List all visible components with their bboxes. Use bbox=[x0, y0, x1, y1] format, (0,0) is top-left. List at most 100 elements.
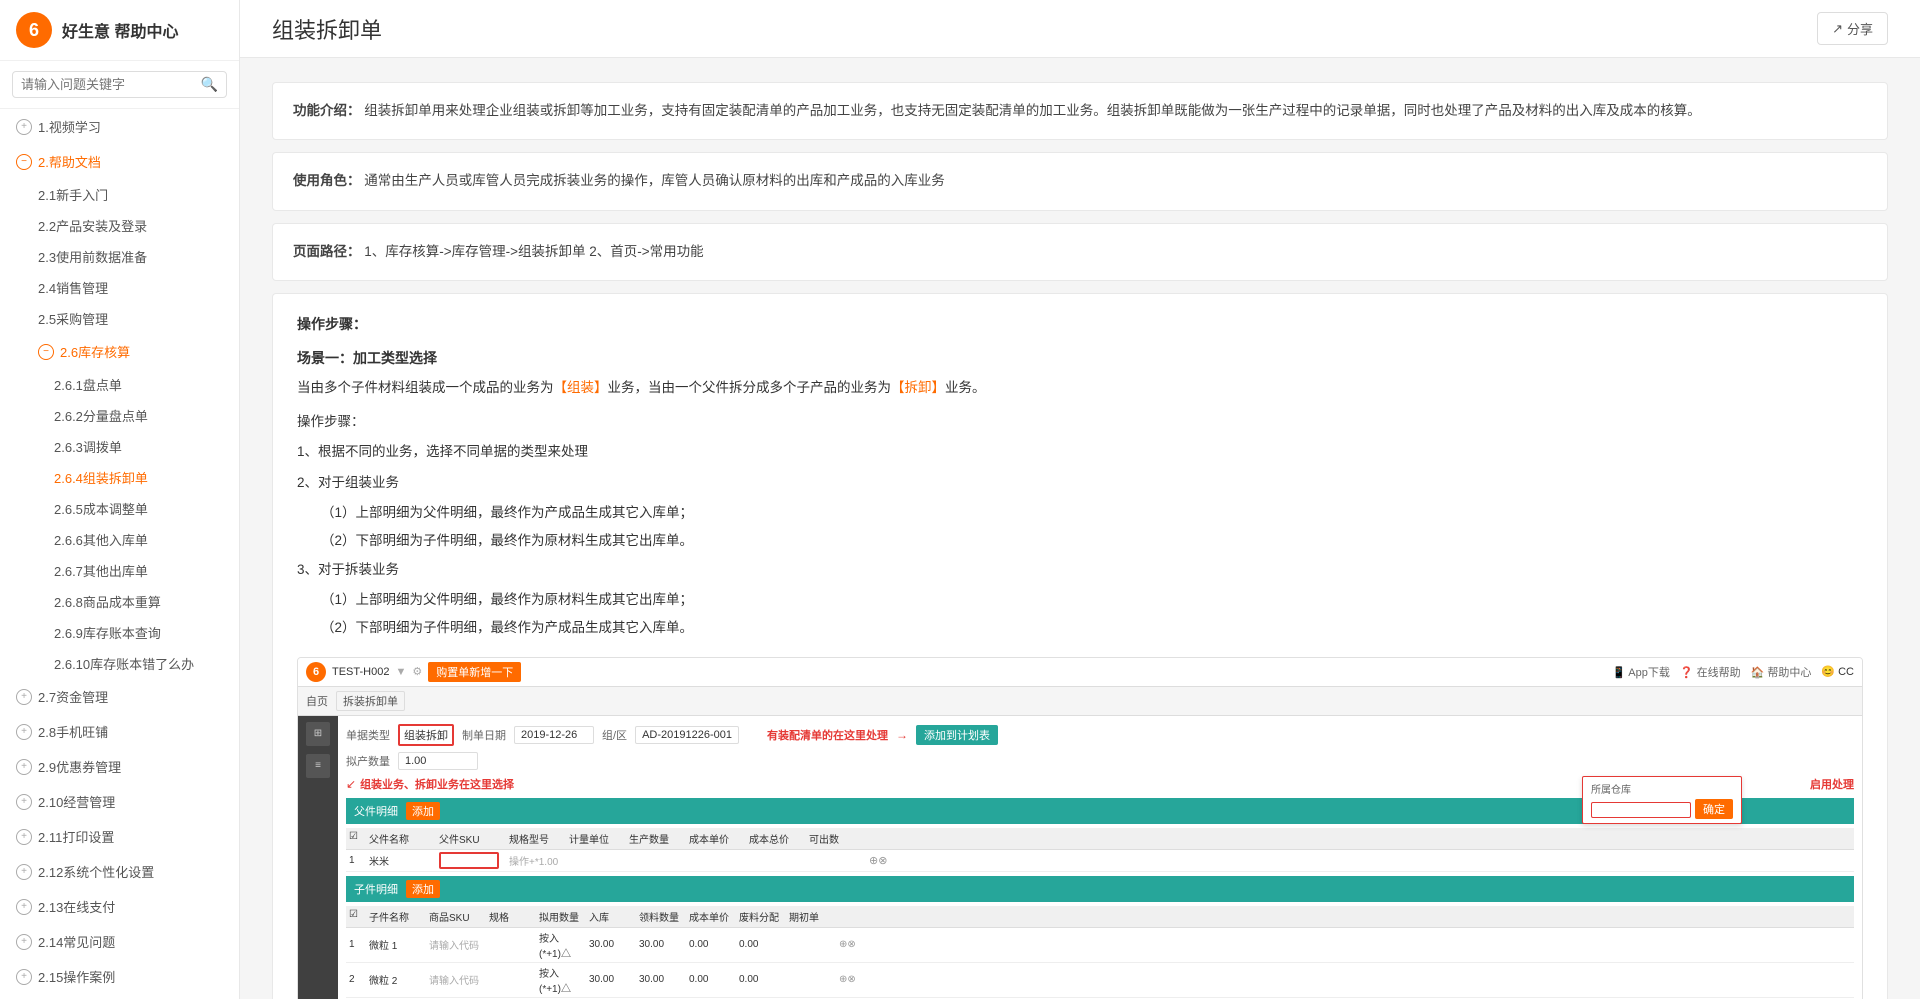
ss-row1-qty-prod: 操作+*1.00 bbox=[506, 851, 566, 870]
sidebar-item-docs-27[interactable]: + 2.7资金管理 bbox=[0, 679, 239, 714]
ss-topbar: 自页 拆装拆卸单 bbox=[298, 687, 1862, 716]
ss-add-btn[interactable]: 添加 bbox=[406, 802, 440, 820]
sidebar-header: 6 好生意 帮助中心 bbox=[0, 0, 239, 61]
collapse-icon-26: − bbox=[38, 344, 54, 360]
sidebar-item-docs-265[interactable]: 2.6.5成本调整单 bbox=[0, 493, 239, 524]
expand-icon: + bbox=[16, 759, 32, 775]
link-assemble[interactable]: 【组装】 bbox=[554, 380, 608, 395]
share-button[interactable]: ↗ 分享 bbox=[1817, 12, 1888, 45]
ss-type-value: 组装拆卸 bbox=[398, 724, 454, 746]
ss-srow1-in: 30.00 bbox=[586, 937, 636, 952]
ss-row1-empty bbox=[566, 858, 626, 862]
ss-date-value: 2019-12-26 bbox=[514, 726, 594, 744]
step2: 2、对于组装业务 bbox=[297, 471, 1863, 495]
ss-app-icon: 📱 App下载 bbox=[1612, 664, 1670, 680]
step3: 3、对于拆装业务 bbox=[297, 558, 1863, 582]
main-content: 组装拆卸单 ↗ 分享 功能介绍： 组装拆卸单用来处理企业组装或拆卸等加工业务，支… bbox=[240, 0, 1920, 999]
ss-table-row-1: 1 米米 操作+*1.00 bbox=[346, 850, 1854, 872]
sidebar-item-video[interactable]: + 1.视频学习 bbox=[0, 109, 239, 144]
ss-th-qty-prod: 生产数量 bbox=[626, 830, 686, 847]
sidebar-item-docs-21[interactable]: 2.1新手入门 bbox=[0, 179, 239, 210]
ss-srow2-name: 微粒 2 bbox=[366, 970, 426, 989]
search-input[interactable] bbox=[21, 77, 201, 92]
ss-main-area: ⊞ ≡ 单据类型 组装拆卸 制单日期 2019-12-26 组/ bbox=[298, 716, 1862, 999]
role-text: 通常由生产人员或库管人员完成拆装业务的操作，库管人员确认原材料的出库和产成品的入… bbox=[364, 173, 945, 188]
ss-nav-assemble: 拆装拆卸单 bbox=[336, 691, 405, 711]
sidebar-item-docs-261[interactable]: 2.6.1盘点单 bbox=[0, 369, 239, 400]
ss-th-name: 父件名称 bbox=[366, 830, 436, 847]
ss-srow1-cost: 0.00 bbox=[686, 937, 736, 952]
ss-content-area: 单据类型 组装拆卸 制单日期 2019-12-26 组/区 AD-2019122… bbox=[338, 716, 1862, 999]
ss-sth-op bbox=[836, 908, 866, 925]
ss-sub-table-header: ☑ 子件名称 商品SKU 规格 拟用数量 入库 领料数量 成本单价 废料分配 bbox=[346, 906, 1854, 928]
sidebar-item-docs-264[interactable]: 2.6.4组装拆卸单 bbox=[0, 462, 239, 493]
ss-sth-costunit: 成本单价 bbox=[686, 908, 736, 925]
search-icon[interactable]: 🔍 bbox=[201, 76, 218, 93]
ss-srow2-scrap: 0.00 bbox=[736, 972, 786, 987]
ss-form-row2: 拟产数量 1.00 bbox=[346, 752, 1854, 770]
sidebar-item-docs-212[interactable]: + 2.12系统个性化设置 bbox=[0, 854, 239, 889]
sidebar-item-docs-22[interactable]: 2.2产品安装及登录 bbox=[0, 210, 239, 241]
search-box: 🔍 bbox=[0, 61, 239, 109]
ss-home-icon: 🏠 帮助中心 bbox=[1751, 664, 1812, 680]
ss-sth-check: ☑ bbox=[346, 908, 366, 925]
sidebar-item-docs-269[interactable]: 2.6.9库存账本查询 bbox=[0, 617, 239, 648]
sidebar-item-docs-268[interactable]: 2.6.8商品成本重算 bbox=[0, 586, 239, 617]
ss-th-spec: 规格型号 bbox=[506, 830, 566, 847]
ss-row1-icons: ⊕⊗ bbox=[866, 852, 896, 869]
ss-annotation-right: 启用处理 bbox=[1810, 776, 1854, 792]
expand-icon: + bbox=[16, 119, 32, 135]
sidebar-item-docs-26[interactable]: − 2.6库存核算 bbox=[0, 334, 239, 369]
ss-srow1-qty: 按入(*+1)△ bbox=[536, 928, 586, 962]
ss-srow1-material: 30.00 bbox=[636, 937, 686, 952]
ss-sth-initial: 期初单 bbox=[786, 908, 836, 925]
ss-arrow-bottom-left: ↙ bbox=[346, 777, 356, 791]
ss-sub-add-btn[interactable]: 添加 bbox=[406, 880, 440, 898]
ss-group-value: AD-20191226-001 bbox=[635, 726, 739, 744]
ss-add-plan-btn[interactable]: 添加到计划表 bbox=[916, 725, 998, 745]
ss-nav-icon-2: ≡ bbox=[306, 754, 330, 778]
path-text: 1、库存核算->库存管理->组装拆卸单 2、首页->常用功能 bbox=[364, 244, 703, 259]
expand-icon: + bbox=[16, 864, 32, 880]
sidebar-item-docs-28[interactable]: + 2.8手机旺铺 bbox=[0, 714, 239, 749]
sidebar-item-docs-24[interactable]: 2.4销售管理 bbox=[0, 272, 239, 303]
ss-sth-sku: 商品SKU bbox=[426, 908, 486, 925]
ss-th-out-qty: 可出数 bbox=[806, 830, 866, 847]
ss-row1-empty5 bbox=[806, 858, 866, 862]
ss-popup-input[interactable] bbox=[1591, 802, 1691, 818]
step1: 1、根据不同的业务，选择不同单据的类型来处理 bbox=[297, 440, 1863, 464]
sidebar-item-docs[interactable]: − 2.帮助文档 bbox=[0, 144, 239, 179]
ss-row1-empty4 bbox=[746, 858, 806, 862]
expand-icon: + bbox=[16, 829, 32, 845]
collapse-icon: − bbox=[16, 154, 32, 170]
sidebar-item-docs-267[interactable]: 2.6.7其他出库单 bbox=[0, 555, 239, 586]
sidebar-item-docs-215[interactable]: + 2.15操作案例 bbox=[0, 959, 239, 994]
sidebar-item-docs-266[interactable]: 2.6.6其他入库单 bbox=[0, 524, 239, 555]
sidebar-item-docs-29[interactable]: + 2.9优惠券管理 bbox=[0, 749, 239, 784]
sidebar-item-docs-213[interactable]: + 2.13在线支付 bbox=[0, 889, 239, 924]
ss-srow2-in: 30.00 bbox=[586, 972, 636, 987]
sidebar-item-docs-214[interactable]: + 2.14常见问题 bbox=[0, 924, 239, 959]
ss-row1-name: 米米 bbox=[366, 851, 436, 870]
sidebar-item-docs-263[interactable]: 2.6.3调拨单 bbox=[0, 431, 239, 462]
sidebar-item-docs-211[interactable]: + 2.11打印设置 bbox=[0, 819, 239, 854]
sidebar-item-label: 2.11打印设置 bbox=[38, 827, 114, 846]
sidebar-item-docs-210[interactable]: + 2.10经营管理 bbox=[0, 784, 239, 819]
ss-popup-confirm-btn[interactable]: 确定 bbox=[1695, 799, 1733, 819]
ss-row1-sku-input[interactable] bbox=[436, 850, 506, 871]
ss-srow1-scrap: 0.00 bbox=[736, 937, 786, 952]
ss-srow2-icons: ⊕⊗ bbox=[836, 972, 866, 987]
sidebar-item-docs-2610[interactable]: 2.6.10库存账本错了么办 bbox=[0, 648, 239, 679]
sidebar-item-docs-262[interactable]: 2.6.2分量盘点单 bbox=[0, 400, 239, 431]
ss-srow2-num: 2 bbox=[346, 972, 366, 987]
ss-table-header: ☑ 父件名称 父件SKU 规格型号 计量单位 生产数量 成本单价 成本总价 可出… bbox=[346, 828, 1854, 850]
sidebar-item-docs-23[interactable]: 2.3使用前数据准备 bbox=[0, 241, 239, 272]
sidebar-item-label: 1.视频学习 bbox=[38, 117, 101, 136]
ss-row1-num: 1 bbox=[346, 853, 366, 868]
link-disassemble[interactable]: 【拆卸】 bbox=[891, 380, 945, 395]
ss-type-label: 单据类型 bbox=[346, 727, 390, 743]
ss-logo: 6 bbox=[306, 662, 326, 682]
sidebar-item-docs-25[interactable]: 2.5采购管理 bbox=[0, 303, 239, 334]
main-header: 组装拆卸单 ↗ 分享 bbox=[240, 0, 1920, 58]
ss-row1-empty2 bbox=[626, 858, 686, 862]
